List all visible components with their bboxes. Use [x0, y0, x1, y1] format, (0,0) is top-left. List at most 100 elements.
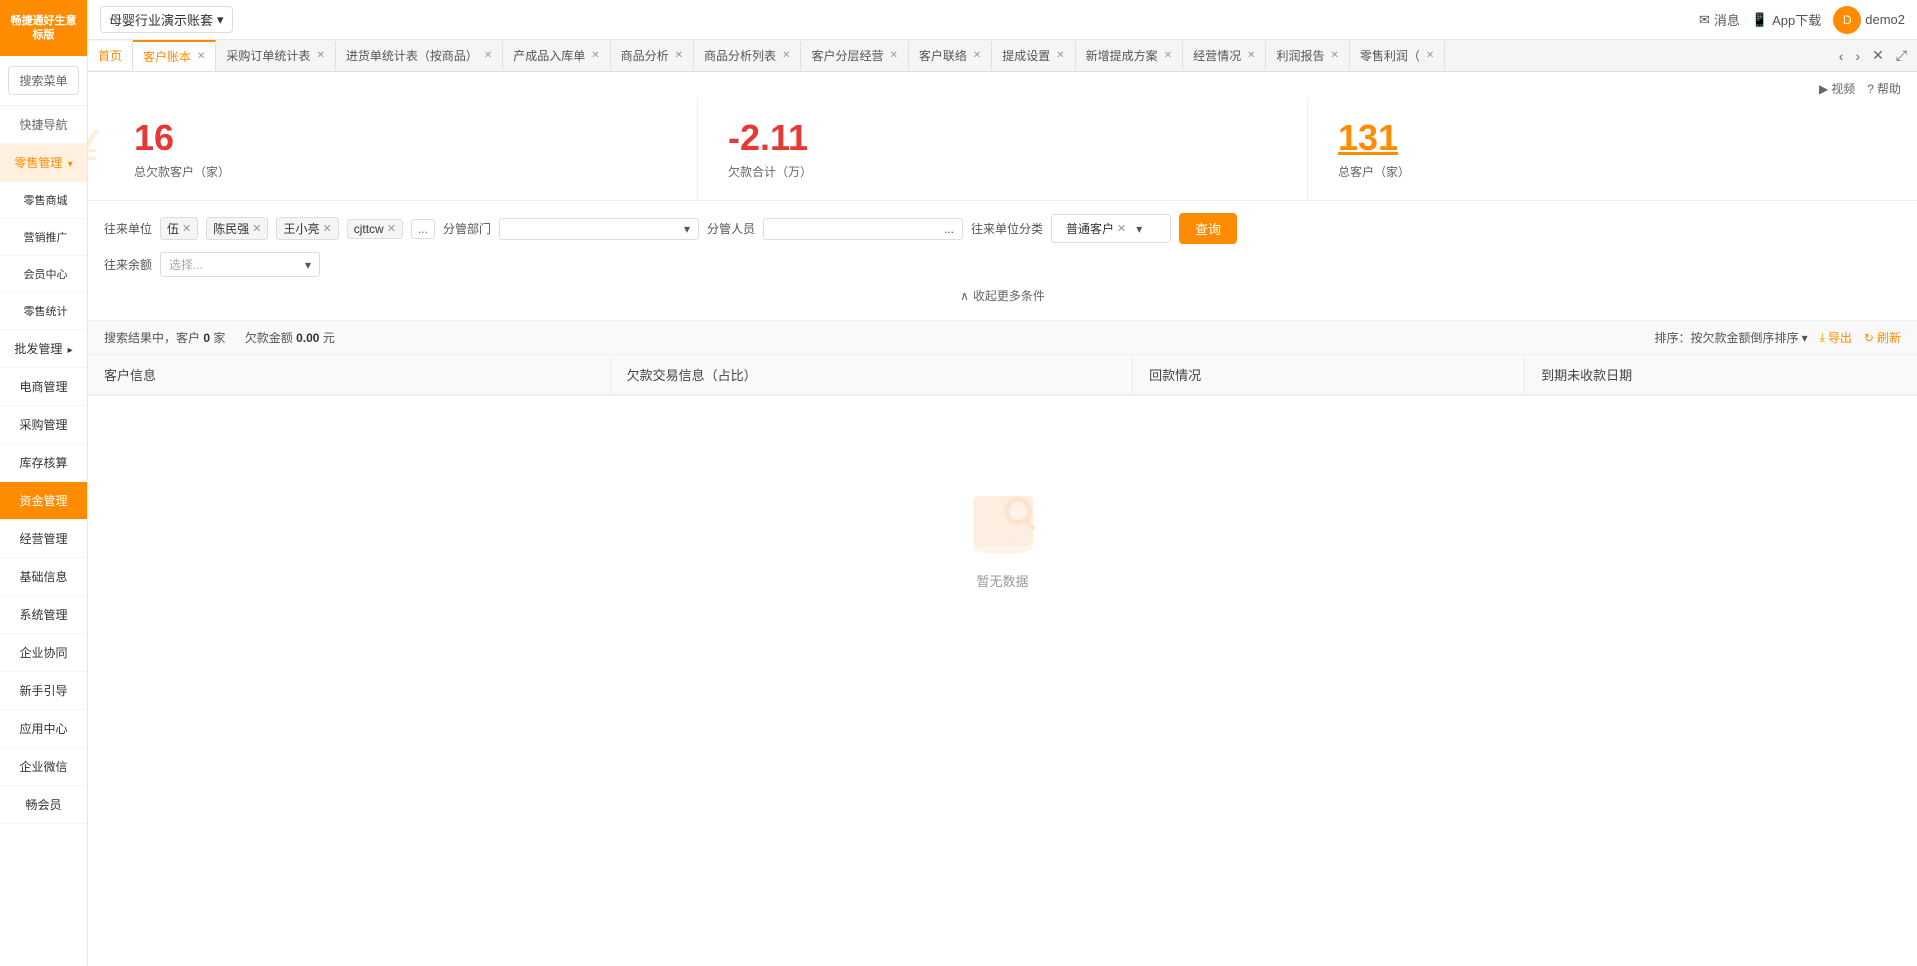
- filter-collapse-btn[interactable]: ∧ 收起更多条件: [956, 283, 1049, 308]
- result-actions: 排序：按欠款金额倒序排序 ▾ ⤓ 导出 ↻ 刷新: [1655, 329, 1901, 346]
- stat-card-customers: ¥ 16 总欠款客户（家）: [88, 97, 698, 200]
- tab-close-customer-contact[interactable]: ✕: [973, 50, 981, 61]
- tab-scroll-left[interactable]: ‹: [1835, 46, 1848, 66]
- tab-purchase-order-stat[interactable]: 采购订单统计表 ✕: [216, 41, 335, 70]
- tabs-actions: ‹ › ✕ ⤢: [1829, 45, 1917, 66]
- sidebar-item-quick-nav[interactable]: 快捷导航: [0, 106, 87, 144]
- stat-value-total-customers: 131: [1338, 117, 1410, 159]
- tab-close-retail-profit[interactable]: ✕: [1426, 50, 1434, 61]
- filter-balance-select[interactable]: 选择... ▾: [160, 252, 320, 277]
- sidebar-item-basic-info[interactable]: 基础信息: [0, 558, 87, 596]
- phone-icon: 📱: [1752, 12, 1768, 28]
- refresh-button[interactable]: ↻ 刷新: [1864, 329, 1901, 346]
- topbar-left: 母婴行业演示账套 ▾: [100, 6, 233, 33]
- sidebar-item-marketing[interactable]: 营销推广: [0, 219, 87, 256]
- stat-label-total-customers: 总客户（家）: [1338, 163, 1410, 180]
- person-select-more: ...: [944, 222, 954, 236]
- th-debt-info: 欠款交易信息（占比）: [611, 355, 1134, 394]
- tab-close-inbound[interactable]: ✕: [484, 50, 492, 61]
- tab-customer-account[interactable]: 客户账本 ✕: [133, 40, 216, 71]
- search-menu-button[interactable]: 搜索菜单: [8, 66, 79, 95]
- stat-value-amount: -2.11: [728, 117, 812, 159]
- store-selector[interactable]: 母婴行业演示账套 ▾: [100, 6, 233, 33]
- refresh-icon: ↻: [1864, 331, 1874, 345]
- tab-close-customer-account[interactable]: ✕: [197, 51, 205, 62]
- filter-label-balance: 往来余额: [104, 256, 152, 273]
- tab-home[interactable]: 首页: [88, 41, 133, 70]
- tab-retail-profit[interactable]: 零售利润（ ✕: [1350, 41, 1445, 70]
- topbar: 母婴行业演示账套 ▾ ✉ 消息 📱 App下载 D demo2: [88, 0, 1917, 40]
- tab-customer-tier[interactable]: 客户分层经营 ✕: [801, 41, 908, 70]
- filter-unit-type-select[interactable]: 普通客户 ✕ ▾: [1051, 214, 1171, 243]
- tab-product-inbound[interactable]: 产成品入库单 ✕: [503, 41, 610, 70]
- export-button[interactable]: ⤓ 导出: [1820, 329, 1852, 346]
- table-container: 客户信息 欠款交易信息（占比） 回款情况 到期未收款日期 暂无数据: [88, 355, 1917, 670]
- sidebar-item-retail[interactable]: 零售管理 ▾: [0, 144, 87, 182]
- search-button[interactable]: 查询: [1179, 213, 1237, 244]
- sidebar-item-enterprise-wechat[interactable]: 企业微信: [0, 748, 87, 786]
- tab-new-improve[interactable]: 新增提成方案 ✕: [1076, 41, 1183, 70]
- filter-more-btn[interactable]: ...: [411, 219, 435, 239]
- empty-state: 暂无数据: [88, 396, 1917, 670]
- tab-close-product-analysis-list[interactable]: ✕: [782, 50, 790, 61]
- tab-close-improve-settings[interactable]: ✕: [1056, 50, 1064, 61]
- sort-arrow: ▾: [1802, 331, 1808, 345]
- sidebar-logo: 畅捷通好生意 标版: [0, 0, 87, 56]
- tab-improve-settings[interactable]: 提成设置 ✕: [992, 41, 1075, 70]
- sidebar-item-inventory[interactable]: 库存核算: [0, 444, 87, 482]
- sidebar-item-app-center[interactable]: 应用中心: [0, 710, 87, 748]
- sidebar-item-vip[interactable]: 畅会员: [0, 786, 87, 824]
- filter-person-select[interactable]: ...: [763, 218, 963, 240]
- tab-close-new-improve[interactable]: ✕: [1164, 50, 1172, 61]
- app-download-button[interactable]: 📱 App下载: [1752, 10, 1821, 29]
- tab-profit-report[interactable]: 利润报告 ✕: [1266, 41, 1349, 70]
- tab-close-profit-report[interactable]: ✕: [1331, 50, 1339, 61]
- sort-select[interactable]: 排序：按欠款金额倒序排序 ▾: [1655, 329, 1808, 346]
- filter-tag-wu[interactable]: 伍 ✕: [160, 217, 198, 240]
- sidebar-item-enterprise[interactable]: 企业协同: [0, 634, 87, 672]
- tag-close-wang[interactable]: ✕: [323, 222, 332, 235]
- tab-scroll-right[interactable]: ›: [1851, 46, 1864, 66]
- sidebar-item-purchase[interactable]: 采购管理: [0, 406, 87, 444]
- tab-close-product-inbound[interactable]: ✕: [591, 50, 599, 61]
- filter-dept-select[interactable]: ▾: [499, 218, 699, 240]
- tab-customer-contact[interactable]: 客户联络 ✕: [909, 41, 992, 70]
- tab-close-all[interactable]: ✕: [1868, 45, 1888, 66]
- filter-tag-cjttcw[interactable]: cjttcw ✕: [347, 219, 403, 239]
- tab-close-product-analysis[interactable]: ✕: [675, 50, 683, 61]
- sidebar-item-finance[interactable]: 资金管理: [0, 482, 87, 520]
- tab-product-analysis[interactable]: 商品分析 ✕: [611, 41, 694, 70]
- message-icon: ✉: [1699, 12, 1710, 28]
- filter-tag-normal-customer[interactable]: 普通客户 ✕: [1060, 218, 1132, 239]
- filter-tag-chen[interactable]: 陈民强 ✕: [206, 217, 268, 240]
- filter-tag-wang[interactable]: 王小亮 ✕: [276, 217, 338, 240]
- message-button[interactable]: ✉ 消息: [1699, 10, 1740, 29]
- sidebar-item-operation[interactable]: 经营管理: [0, 520, 87, 558]
- sidebar-item-wholesale[interactable]: 批发管理 ▸: [0, 330, 87, 368]
- tag-close-wu[interactable]: ✕: [182, 222, 191, 235]
- unit-type-arrow: ▾: [1136, 222, 1142, 236]
- stats-section: ▶ 视频 ? 帮助 ¥ 16 总欠款客户（家）: [88, 72, 1917, 201]
- user-profile[interactable]: D demo2: [1833, 6, 1905, 34]
- tag-close-chen[interactable]: ✕: [252, 222, 261, 235]
- tab-close-customer-tier[interactable]: ✕: [889, 50, 897, 61]
- tag-close-cjttcw[interactable]: ✕: [387, 222, 396, 235]
- tab-close-operation-status[interactable]: ✕: [1247, 50, 1255, 61]
- sidebar-item-system[interactable]: 系统管理: [0, 596, 87, 634]
- sidebar-item-retail-stat[interactable]: 零售统计: [0, 293, 87, 330]
- video-button[interactable]: ▶ 视频: [1819, 80, 1855, 97]
- sidebar-item-ecommerce[interactable]: 电商管理: [0, 368, 87, 406]
- sidebar-search-section: 搜索菜单: [0, 56, 87, 106]
- sidebar-item-member[interactable]: 会员中心: [0, 256, 87, 293]
- tab-product-analysis-list[interactable]: 商品分析列表 ✕: [694, 41, 801, 70]
- play-icon: ▶: [1819, 82, 1828, 96]
- tab-inbound-stat[interactable]: 进货单统计表（按商品） ✕: [336, 41, 503, 70]
- empty-illustration: [953, 476, 1053, 559]
- tab-operation-status[interactable]: 经营情况 ✕: [1183, 41, 1266, 70]
- tag-close-normal-customer[interactable]: ✕: [1117, 222, 1126, 235]
- sidebar-item-retail-mall[interactable]: 零售商城: [0, 182, 87, 219]
- sidebar-item-new-guide[interactable]: 新手引导: [0, 672, 87, 710]
- tab-fullscreen[interactable]: ⤢: [1892, 45, 1911, 66]
- tab-close-purchase-order[interactable]: ✕: [316, 50, 324, 61]
- help-button[interactable]: ? 帮助: [1867, 80, 1901, 97]
